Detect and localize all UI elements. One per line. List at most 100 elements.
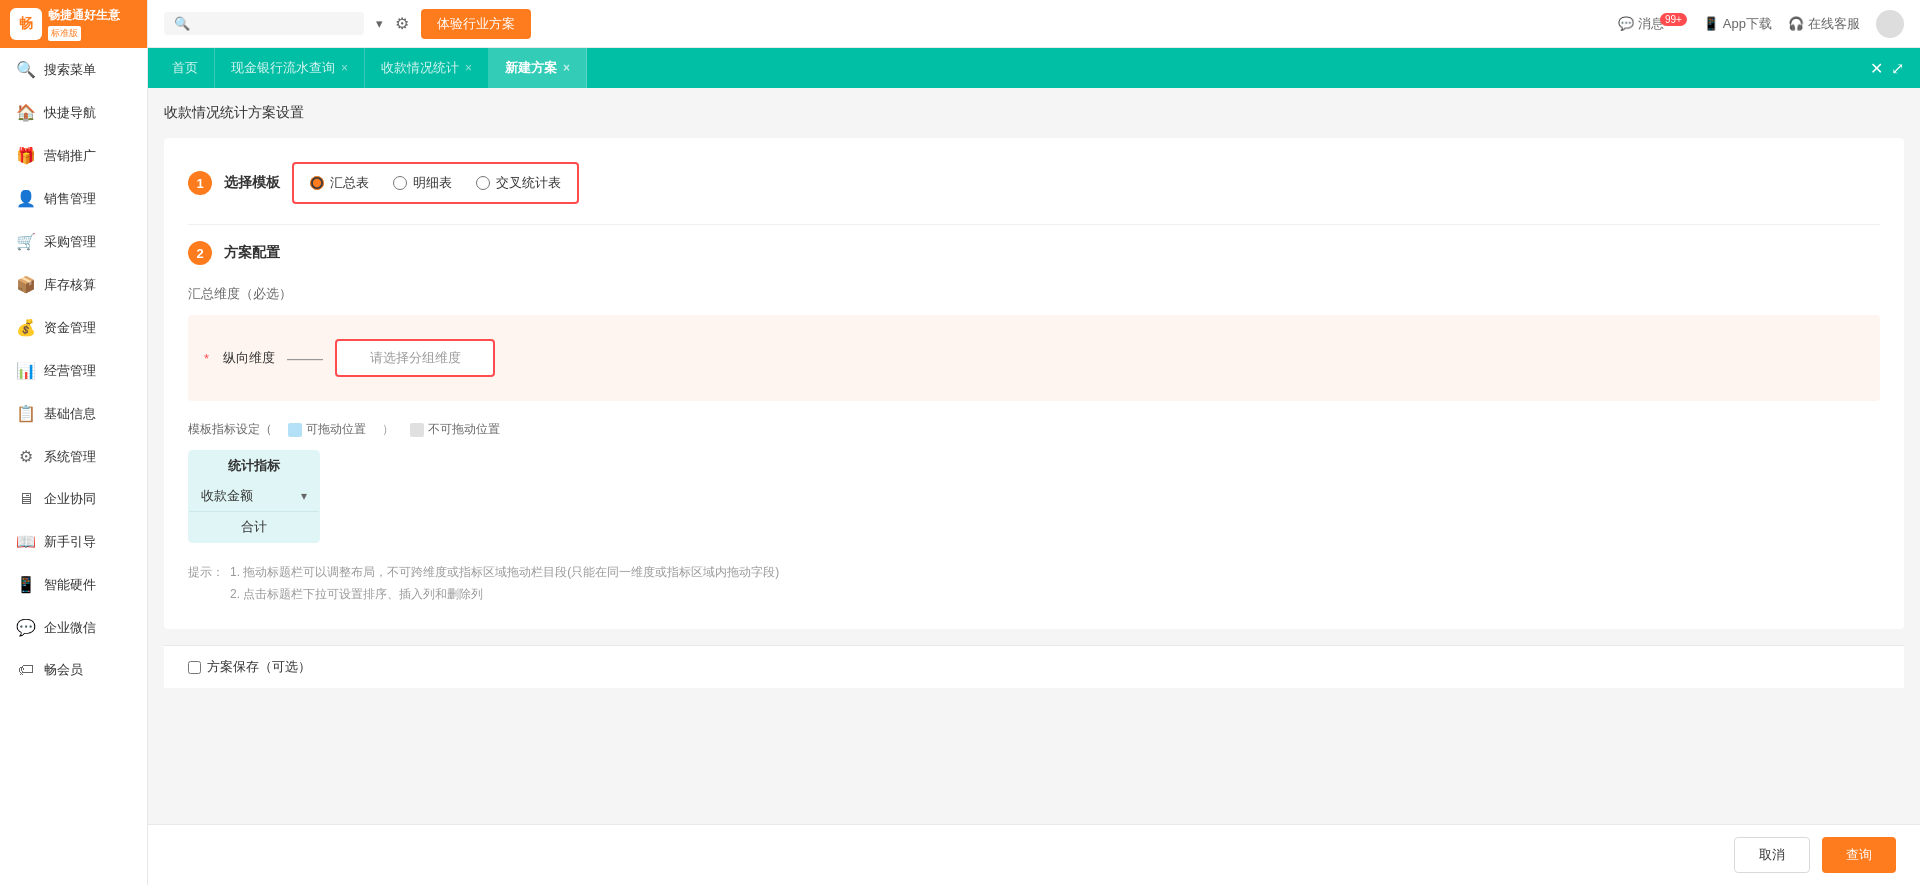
arrow-icon: —— bbox=[287, 348, 323, 369]
sidebar-item-wechat[interactable]: 💬 企业微信 bbox=[0, 606, 147, 649]
tab-home[interactable]: 首页 bbox=[156, 48, 215, 88]
dimension-select-btn[interactable]: 请选择分组维度 bbox=[335, 339, 495, 377]
topbar-right: 💬 消息 99+ 📱 App下载 🎧 在线客服 bbox=[1618, 10, 1904, 38]
undraggable-legend-box bbox=[410, 423, 424, 437]
cancel-button[interactable]: 取消 bbox=[1734, 837, 1810, 873]
headset-icon: 🎧 bbox=[1788, 16, 1804, 31]
page-title: 收款情况统计方案设置 bbox=[164, 104, 1904, 122]
sidebar: 畅 畅捷通好生意 标准版 🔍 搜索菜单 🏠 快捷导航 🎁 营销推广 👤 销售管理… bbox=[0, 0, 148, 885]
hints-area: 提示： 1. 拖动标题栏可以调整布局，不可跨维度或指标区域拖动栏目段(只能在同一… bbox=[188, 562, 1880, 605]
footer-section: 方案保存（可选） bbox=[164, 645, 1904, 688]
close-window-btn[interactable]: ✕ bbox=[1870, 59, 1883, 78]
sidebar-item-purchase[interactable]: 🛒 采购管理 bbox=[0, 220, 147, 263]
maximize-btn[interactable]: ⤢ bbox=[1891, 59, 1904, 78]
search-input[interactable] bbox=[196, 17, 336, 31]
action-bar: 取消 查询 bbox=[148, 824, 1920, 885]
chart-icon: 📊 bbox=[16, 361, 36, 380]
search-icon: 🔍 bbox=[16, 60, 36, 79]
draggable-legend-box bbox=[288, 423, 302, 437]
main-card: 1 选择模板 汇总表 明细表 交叉统计表 bbox=[164, 138, 1904, 629]
standard-badge: 标准版 bbox=[48, 26, 81, 41]
sidebar-item-marketing[interactable]: 🎁 营销推广 bbox=[0, 134, 147, 177]
settings-icon[interactable]: ⚙ bbox=[395, 14, 409, 33]
sidebar-item-funds[interactable]: 💰 资金管理 bbox=[0, 306, 147, 349]
save-checkbox[interactable] bbox=[188, 661, 201, 674]
indicator-grid: 统计指标 收款金额 ▾ 合计 bbox=[188, 450, 320, 543]
query-button[interactable]: 查询 bbox=[1822, 837, 1896, 873]
message-btn[interactable]: 💬 消息 99+ bbox=[1618, 15, 1687, 33]
tag-icon: 🏷 bbox=[16, 661, 36, 679]
content-area: 收款情况统计方案设置 1 选择模板 汇总表 明细表 bbox=[148, 88, 1920, 824]
sidebar-item-management[interactable]: 📊 经营管理 bbox=[0, 349, 147, 392]
book-icon: 📖 bbox=[16, 532, 36, 551]
tab-new-plan[interactable]: 新建方案 × bbox=[489, 48, 587, 88]
user-icon: 👤 bbox=[16, 189, 36, 208]
hint-1: 提示： 1. 拖动标题栏可以调整布局，不可跨维度或指标区域拖动栏目段(只能在同一… bbox=[188, 562, 1880, 584]
step2-badge: 2 bbox=[188, 241, 212, 265]
tab-bank-flow-close[interactable]: × bbox=[341, 61, 348, 75]
message-badge: 99+ bbox=[1660, 13, 1687, 26]
step2-row: 2 方案配置 bbox=[188, 241, 1880, 265]
step-divider bbox=[188, 224, 1880, 225]
indicator-subtotal: 合计 bbox=[189, 511, 319, 542]
indicator-options: 模板指标设定（ 可拖动位置 ） 不可拖动位置 bbox=[188, 421, 1880, 438]
search-box[interactable]: 🔍 bbox=[164, 12, 364, 35]
sidebar-item-member[interactable]: 🏷 畅会员 bbox=[0, 649, 147, 691]
sidebar-item-basic[interactable]: 📋 基础信息 bbox=[0, 392, 147, 435]
tabbar-controls: ✕ ⤢ bbox=[1870, 48, 1912, 88]
gift-icon: 🎁 bbox=[16, 146, 36, 165]
logo-text: 畅捷通好生意 标准版 bbox=[48, 7, 120, 41]
sidebar-item-system[interactable]: ⚙ 系统管理 bbox=[0, 435, 147, 478]
template-detail[interactable]: 明细表 bbox=[393, 174, 452, 192]
gear-icon: ⚙ bbox=[16, 447, 36, 466]
hint-2: 提示： 2. 点击标题栏下拉可设置排序、插入列和删除列 bbox=[188, 584, 1880, 606]
dimension-row: * 纵向维度 —— 请选择分组维度 bbox=[204, 339, 1864, 377]
indicator-header: 统计指标 bbox=[189, 451, 319, 481]
service-btn[interactable]: 🎧 在线客服 bbox=[1788, 15, 1860, 33]
cart-icon: 🛒 bbox=[16, 232, 36, 251]
cell-dropdown-icon[interactable]: ▾ bbox=[301, 489, 307, 503]
sidebar-item-sales[interactable]: 👤 销售管理 bbox=[0, 177, 147, 220]
tab-bank-flow[interactable]: 现金银行流水查询 × bbox=[215, 48, 365, 88]
tab-receipt-stats[interactable]: 收款情况统计 × bbox=[365, 48, 489, 88]
phone-icon: 📱 bbox=[16, 575, 36, 594]
money-icon: 💰 bbox=[16, 318, 36, 337]
legend-undraggable: 不可拖动位置 bbox=[410, 421, 500, 438]
sidebar-item-hardware[interactable]: 📱 智能硬件 bbox=[0, 563, 147, 606]
main-area: 🔍 ▾ ⚙ 体验行业方案 💬 消息 99+ 📱 App下载 🎧 在线客服 bbox=[148, 0, 1920, 885]
sidebar-item-quicknav[interactable]: 🏠 快捷导航 bbox=[0, 91, 147, 134]
search-icon: 🔍 bbox=[174, 16, 190, 31]
legend-draggable: 可拖动位置 bbox=[288, 421, 366, 438]
vertical-dim-label: 纵向维度 bbox=[223, 349, 275, 367]
chevron-down-icon: ▾ bbox=[376, 16, 383, 31]
sidebar-item-guide[interactable]: 📖 新手引导 bbox=[0, 520, 147, 563]
message-icon: 💬 bbox=[1618, 16, 1634, 31]
step1-row: 1 选择模板 汇总表 明细表 交叉统计表 bbox=[188, 162, 1880, 204]
industry-btn[interactable]: 体验行业方案 bbox=[421, 9, 531, 39]
template-cross[interactable]: 交叉统计表 bbox=[476, 174, 561, 192]
topbar: 🔍 ▾ ⚙ 体验行业方案 💬 消息 99+ 📱 App下载 🎧 在线客服 bbox=[148, 0, 1920, 48]
tabbar: 首页 现金银行流水查询 × 收款情况统计 × 新建方案 × ✕ ⤢ bbox=[148, 48, 1920, 88]
monitor-icon: 🖥 bbox=[16, 490, 36, 508]
user-avatar[interactable] bbox=[1876, 10, 1904, 38]
home-icon: 🏠 bbox=[16, 103, 36, 122]
sidebar-item-search[interactable]: 🔍 搜索菜单 bbox=[0, 48, 147, 91]
template-options: 汇总表 明细表 交叉统计表 bbox=[292, 162, 579, 204]
dimension-section-title: 汇总维度（必选） bbox=[188, 285, 1880, 303]
save-option[interactable]: 方案保存（可选） bbox=[188, 658, 311, 676]
clipboard-icon: 📋 bbox=[16, 404, 36, 423]
step1-title: 选择模板 bbox=[224, 174, 280, 192]
required-star: * bbox=[204, 351, 209, 366]
tab-new-plan-close[interactable]: × bbox=[563, 61, 570, 75]
sidebar-item-inventory[interactable]: 📦 库存核算 bbox=[0, 263, 147, 306]
topbar-dropdown[interactable]: ▾ bbox=[376, 16, 383, 31]
app-icon: 📱 bbox=[1703, 16, 1719, 31]
sidebar-item-enterprise[interactable]: 🖥 企业协同 bbox=[0, 478, 147, 520]
tab-receipt-stats-close[interactable]: × bbox=[465, 61, 472, 75]
indicator-title: 模板指标设定（ bbox=[188, 421, 272, 438]
app-download-btn[interactable]: 📱 App下载 bbox=[1703, 15, 1772, 33]
template-summary[interactable]: 汇总表 bbox=[310, 174, 369, 192]
indicator-cell[interactable]: 收款金额 ▾ bbox=[189, 481, 319, 511]
box-icon: 📦 bbox=[16, 275, 36, 294]
step2-title: 方案配置 bbox=[224, 244, 280, 262]
